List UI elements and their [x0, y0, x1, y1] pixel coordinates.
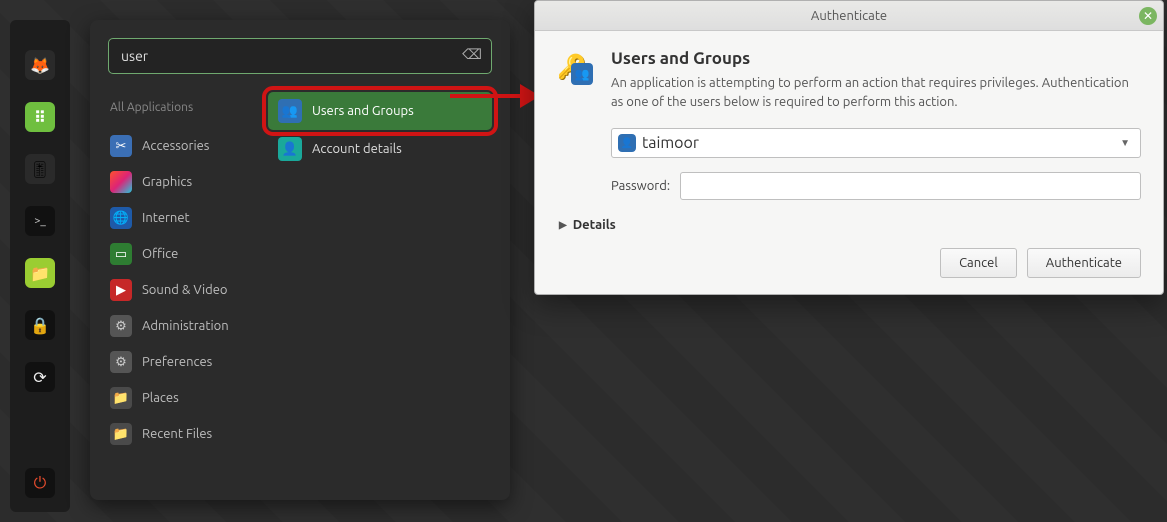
dialog-description: An application is attempting to perform … [611, 74, 1141, 112]
category-office[interactable]: ▭ Office [102, 236, 262, 272]
office-icon: ▭ [110, 243, 132, 265]
dock-power[interactable]: ⏻ [25, 468, 55, 498]
cancel-button[interactable]: Cancel [940, 248, 1017, 278]
category-recent-files[interactable]: 📁 Recent Files [102, 416, 262, 452]
results-column: 👥 Users and Groups 👤 Account details [262, 88, 498, 484]
result-account-details[interactable]: 👤 Account details [268, 130, 492, 168]
selected-user: taimoor [642, 134, 699, 152]
category-label: Graphics [142, 175, 192, 189]
all-applications-header: All Applications [102, 92, 262, 128]
dialog-title: Authenticate [811, 9, 887, 23]
user-icon: 👤 [278, 137, 302, 161]
palette-icon [110, 171, 132, 193]
gear-icon: ⚙ [110, 315, 132, 337]
dock-refresh[interactable]: ⟳ [25, 362, 55, 392]
folder-icon: 📁 [110, 387, 132, 409]
details-label: Details [573, 218, 616, 232]
scissors-icon: ✂ [110, 135, 132, 157]
dock-settings[interactable]: 🎚 [25, 154, 55, 184]
search-input[interactable] [108, 38, 492, 74]
category-preferences[interactable]: ⚙ Preferences [102, 344, 262, 380]
dock-apps[interactable]: ⠿ [25, 102, 55, 132]
users-icon: 👥 [278, 99, 302, 123]
authenticate-dialog: Authenticate ✕ 🔑 👥 Users and Groups An a… [534, 0, 1164, 295]
dock-files[interactable]: 📁 [25, 258, 55, 288]
category-label: Internet [142, 211, 190, 225]
category-label: Office [142, 247, 178, 261]
authenticate-button[interactable]: Authenticate [1027, 248, 1141, 278]
password-label: Password: [611, 179, 670, 193]
password-input[interactable] [680, 172, 1141, 200]
category-accessories[interactable]: ✂ Accessories [102, 128, 262, 164]
triangle-right-icon: ▶ [559, 219, 567, 231]
category-label: Places [142, 391, 179, 405]
category-label: Sound & Video [142, 283, 228, 297]
result-label: Users and Groups [312, 104, 414, 118]
category-places[interactable]: 📁 Places [102, 380, 262, 416]
category-label: Accessories [142, 139, 209, 153]
category-label: Recent Files [142, 427, 212, 441]
users-badge-icon: 👥 [571, 63, 593, 85]
dialog-titlebar[interactable]: Authenticate ✕ [535, 1, 1163, 31]
folder-icon: 📁 [110, 423, 132, 445]
category-label: Preferences [142, 355, 212, 369]
category-column: All Applications ✂ Accessories Graphics … [102, 88, 262, 484]
details-toggle[interactable]: ▶ Details [559, 218, 1141, 232]
dialog-heading: Users and Groups [611, 49, 1141, 68]
auth-icon: 🔑 👥 [557, 49, 597, 89]
dock-lock[interactable]: 🔒 [25, 310, 55, 340]
clear-search-icon[interactable]: ⌫ [462, 46, 482, 66]
category-internet[interactable]: 🌐 Internet [102, 200, 262, 236]
category-sound-video[interactable]: ▶ Sound & Video [102, 272, 262, 308]
globe-icon: 🌐 [110, 207, 132, 229]
close-icon[interactable]: ✕ [1139, 7, 1157, 25]
start-menu: ⌫ All Applications ✂ Accessories Graphic… [90, 20, 510, 500]
user-select[interactable]: 👤 taimoor ▼ [611, 128, 1141, 158]
user-icon: 👤 [618, 134, 636, 152]
category-label: Administration [142, 319, 229, 333]
dock-firefox[interactable]: 🦊 [25, 50, 55, 80]
gear-icon: ⚙ [110, 351, 132, 373]
category-graphics[interactable]: Graphics [102, 164, 262, 200]
chevron-down-icon: ▼ [1120, 137, 1130, 149]
result-label: Account details [312, 142, 402, 156]
annotation-arrow [450, 84, 540, 108]
dock-terminal[interactable]: >_ [25, 206, 55, 236]
play-icon: ▶ [110, 279, 132, 301]
dock: 🦊 ⠿ 🎚 >_ 📁 🔒 ⟳ ⏻ [10, 20, 70, 512]
category-administration[interactable]: ⚙ Administration [102, 308, 262, 344]
